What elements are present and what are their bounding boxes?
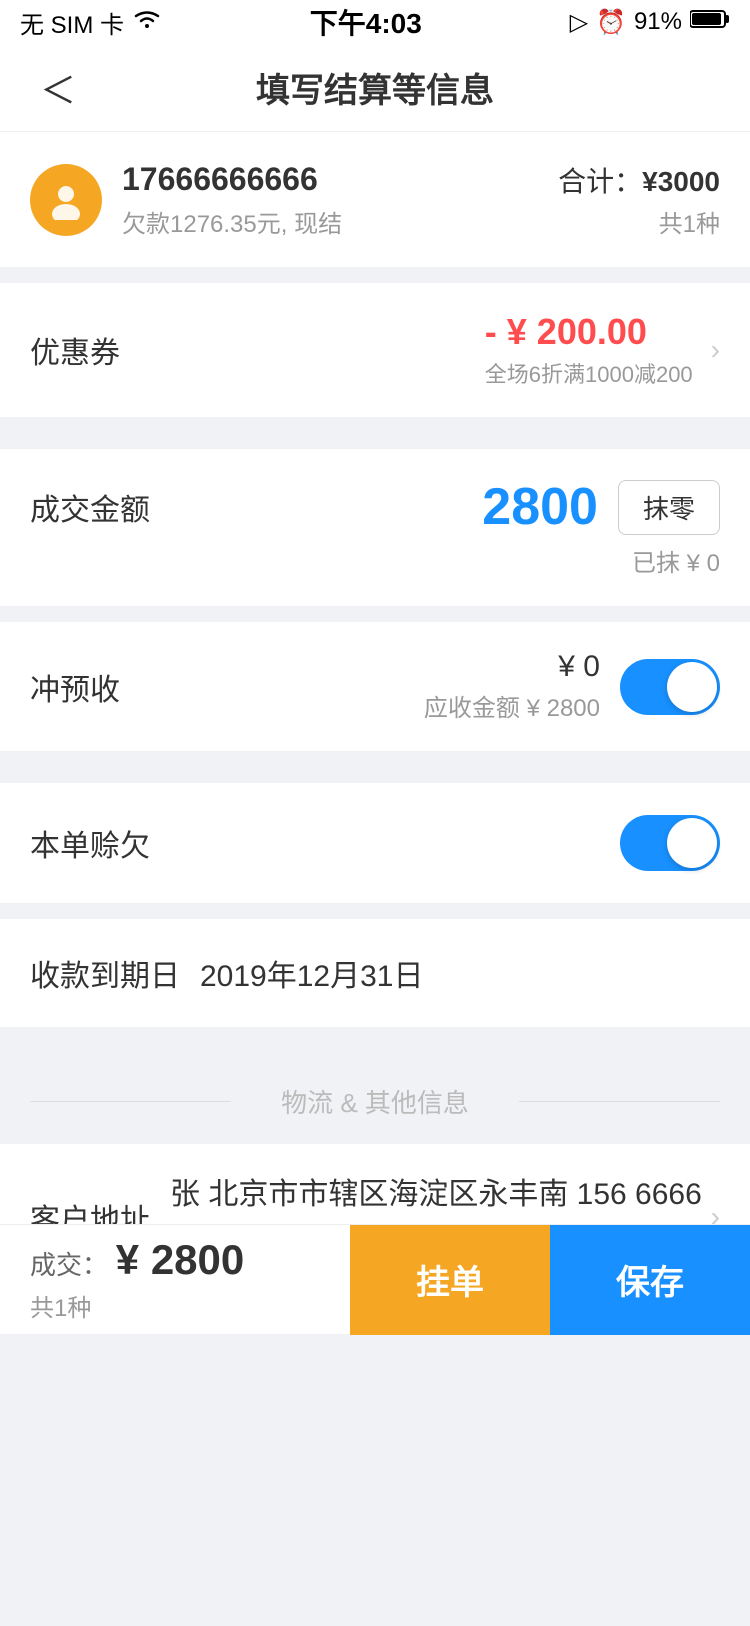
debit-toggle[interactable] — [620, 815, 720, 871]
save-button[interactable]: 保存 — [550, 1225, 750, 1335]
bottom-bar: 成交： ¥ 2800 共1种 挂单 保存 — [0, 1224, 750, 1334]
bottom-deal-row: 成交： ¥ 2800 — [30, 1236, 320, 1284]
precharge-sub: 应收金额 ¥ 2800 — [424, 688, 600, 723]
precharge-section: 冲预收 ¥ 0 应收金额 ¥ 2800 — [0, 622, 750, 751]
precharge-label: 冲预收 — [30, 665, 120, 709]
precharge-amount: ¥ 0 应收金额 ¥ 2800 — [424, 650, 600, 723]
divider-text: 物流 & 其他信息 — [281, 1083, 469, 1120]
time-display: 下午4:03 — [310, 2, 422, 42]
debit-label: 本单赊欠 — [30, 821, 150, 865]
content: 17666666666 欠款1276.35元, 现结 合计：¥3000 共1种 … — [0, 132, 750, 1626]
precharge-toggle[interactable] — [620, 659, 720, 715]
wifi-icon — [132, 8, 162, 37]
amount-right: 2800 抹零 — [482, 477, 720, 537]
coupon-row[interactable]: 优惠券 - ¥ 200.00 全场6折满1000减200 › — [0, 283, 750, 417]
divider-line-right — [519, 1101, 720, 1102]
precharge-row: 冲预收 ¥ 0 应收金额 ¥ 2800 — [30, 650, 720, 723]
amount-value: 2800 — [482, 477, 598, 537]
user-total: 合计：¥3000 共1种 — [558, 160, 720, 239]
user-debt: 欠款1276.35元, 现结 — [122, 204, 342, 239]
alarm-icon: ⏰ — [596, 8, 626, 37]
duedate-label: 收款到期日 — [30, 951, 180, 995]
user-info-row: 17666666666 欠款1276.35元, 现结 合计：¥3000 共1种 — [0, 132, 750, 267]
toggle-knob — [667, 662, 717, 712]
user-phone: 17666666666 — [122, 161, 342, 198]
location-icon: ▷ — [570, 8, 588, 37]
bottom-amount: ¥ 2800 — [116, 1236, 244, 1283]
duedate-value: 2019年12月31日 — [200, 951, 423, 995]
separator-2 — [0, 767, 750, 783]
coupon-desc: 全场6折满1000减200 — [485, 357, 693, 389]
divider-line-left — [30, 1101, 231, 1102]
user-left: 17666666666 欠款1276.35元, 现结 — [30, 161, 342, 239]
status-bar: 无 SIM 卡 下午4:03 ▷ ⏰ 91% — [0, 0, 750, 44]
avatar — [30, 164, 102, 236]
bottom-count: 共1种 — [30, 1288, 320, 1323]
bottom-summary: 成交： ¥ 2800 共1种 — [0, 1236, 350, 1323]
battery-icon — [690, 8, 730, 36]
coupon-amount: - ¥ 200.00 — [485, 311, 693, 353]
amount-row: 成交金额 2800 抹零 — [30, 477, 720, 537]
debit-section: 本单赊欠 — [0, 783, 750, 903]
separator-1 — [0, 433, 750, 449]
total-count: 共1种 — [558, 204, 720, 239]
precharge-right: ¥ 0 应收金额 ¥ 2800 — [424, 650, 720, 723]
nav-bar: ＜ 填写结算等信息 — [0, 44, 750, 132]
total-label: 合计：¥3000 — [558, 160, 720, 200]
back-button[interactable]: ＜ — [30, 52, 86, 124]
separator-3 — [0, 1043, 750, 1059]
duedate-row: 收款到期日 2019年12月31日 — [30, 951, 720, 995]
hold-button[interactable]: 挂单 — [350, 1225, 550, 1335]
battery-text: 91% — [634, 8, 682, 36]
debit-toggle-knob — [667, 818, 717, 868]
carrier-text: 无 SIM 卡 — [20, 5, 124, 40]
bottom-deal-label: 成交： — [30, 1250, 108, 1280]
precharge-main: ¥ 0 — [424, 650, 600, 684]
page-title: 填写结算等信息 — [256, 63, 494, 112]
gray-block — [0, 1306, 750, 1506]
amount-section: 成交金额 2800 抹零 已抹 ¥ 0 — [0, 449, 750, 606]
duedate-section: 收款到期日 2019年12月31日 — [0, 919, 750, 1027]
chevron-right-icon: › — [711, 334, 720, 366]
status-right: ▷ ⏰ 91% — [570, 8, 730, 37]
section-divider: 物流 & 其他信息 — [0, 1059, 750, 1144]
amount-label: 成交金额 — [30, 485, 150, 529]
coupon-label: 优惠券 — [30, 328, 120, 372]
status-left: 无 SIM 卡 — [20, 5, 162, 40]
round-button[interactable]: 抹零 — [618, 480, 720, 535]
amount-sub-text: 已抹 ¥ 0 — [30, 543, 720, 578]
user-info: 17666666666 欠款1276.35元, 现结 — [122, 161, 342, 239]
coupon-right: - ¥ 200.00 全场6折满1000减200 › — [485, 311, 720, 389]
